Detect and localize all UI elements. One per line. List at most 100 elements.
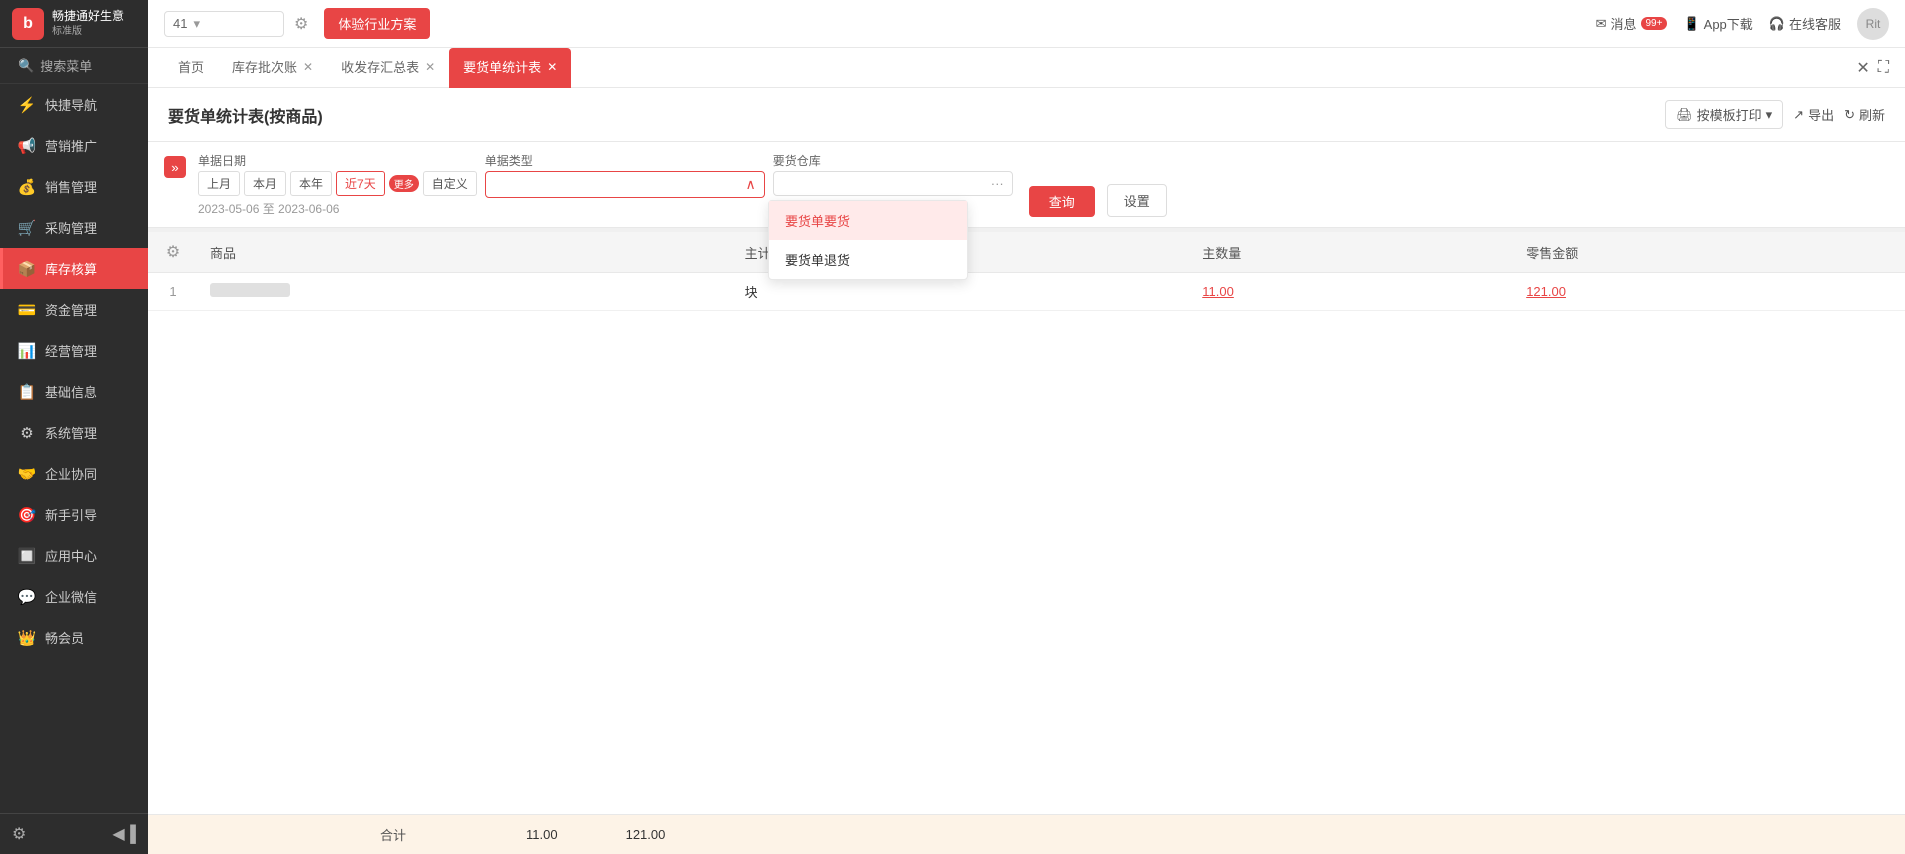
print-icon: 🖨 <box>1676 107 1693 123</box>
date-7days-btn[interactable]: 近7天 <box>336 171 385 196</box>
app-logo-text: 畅捷通好生意 标准版 <box>52 9 124 38</box>
topbar: 41 ▾ ⚙ 体验行业方案 ✉ 消息 99+ 📱 App下载 🎧 在线客服 Ri… <box>148 0 1905 48</box>
date-last-month-btn[interactable]: 上月 <box>198 171 240 196</box>
sidebar-item-operations[interactable]: 📊 经营管理 <box>0 330 148 371</box>
sales-icon: 💰 <box>17 178 37 196</box>
user-avatar[interactable]: Rit <box>1857 8 1889 40</box>
app-download-btn[interactable]: 📱 App下载 <box>1683 14 1752 33</box>
tab-batch-account[interactable]: 库存批次账 ✕ <box>218 48 327 88</box>
date-this-month-btn[interactable]: 本月 <box>244 171 286 196</box>
topbar-gear-icon[interactable]: ⚙ <box>294 14 308 34</box>
refresh-icon: ↻ <box>1844 107 1855 123</box>
sidebar-item-system[interactable]: ⚙ 系统管理 <box>0 412 148 453</box>
warehouse-search-input[interactable] <box>782 176 991 191</box>
col-amount: 零售金额 <box>1514 232 1905 273</box>
sidebar-item-quick-nav[interactable]: ⚡ 快捷导航 <box>0 84 148 125</box>
sidebar-item-inventory[interactable]: 📦 库存核算 <box>0 248 148 289</box>
row-no: 1 <box>148 273 198 311</box>
headset-icon: 🎧 <box>1769 16 1785 32</box>
purchase-icon: 🛒 <box>17 219 37 237</box>
main-area: 41 ▾ ⚙ 体验行业方案 ✉ 消息 99+ 📱 App下载 🎧 在线客服 Ri… <box>148 0 1905 854</box>
date-filter-label: 单据日期 <box>198 152 477 169</box>
search-icon: 🔍 <box>18 58 34 74</box>
type-search-input[interactable] <box>494 177 746 192</box>
operations-icon: 📊 <box>17 342 37 360</box>
quick-nav-icon: ⚡ <box>17 96 37 114</box>
sidebar-item-vip[interactable]: 👑 畅会员 <box>0 617 148 658</box>
filter-date-row: 上月 本月 本年 近7天 更多 自定义 <box>198 171 477 196</box>
online-service-btn[interactable]: 🎧 在线客服 <box>1769 14 1841 33</box>
export-icon: ↗ <box>1793 107 1804 123</box>
warehouse-more-icon[interactable]: ··· <box>991 176 1004 191</box>
inventory-icon: 📦 <box>17 260 37 278</box>
date-more-badge[interactable]: 更多 <box>389 175 419 192</box>
system-icon: ⚙ <box>17 424 37 442</box>
wechat-icon: 💬 <box>17 588 37 606</box>
table-settings-icon[interactable]: ⚙ <box>166 244 180 261</box>
col-quantity: 主数量 <box>1190 232 1514 273</box>
filter-group: 单据日期 上月 本月 本年 近7天 更多 自定义 2023-05-06 至 20… <box>198 152 1889 217</box>
filter-type-input[interactable]: ∧ <box>485 171 765 198</box>
sidebar-item-guide[interactable]: 🎯 新手引导 <box>0 494 148 535</box>
table-footer: 合计 11.00 121.00 <box>148 814 1905 854</box>
sidebar-collapse-btn[interactable]: ◀▐ <box>112 824 136 844</box>
row-product <box>198 273 733 311</box>
vip-icon: 👑 <box>17 629 37 647</box>
warehouse-filter-label: 要货仓库 <box>773 152 1013 169</box>
page-title: 要货单统计表(按商品) <box>168 103 323 139</box>
sidebar-item-sales[interactable]: 💰 销售管理 <box>0 166 148 207</box>
date-this-year-btn[interactable]: 本年 <box>290 171 332 196</box>
refresh-btn[interactable]: ↻ 刷新 <box>1844 105 1885 124</box>
footer-total-label: 合计 <box>380 825 406 844</box>
tab-order-stats[interactable]: 要货单统计表 ✕ <box>449 48 571 88</box>
dropdown-item-order[interactable]: 要货单要货 <box>769 201 967 240</box>
sidebar-search[interactable]: 🔍 搜索菜单 <box>0 48 148 84</box>
sidebar-item-marketing[interactable]: 📢 营销推广 <box>0 125 148 166</box>
sidebar-item-appstore[interactable]: 🔲 应用中心 <box>0 535 148 576</box>
date-range-display: 2023-05-06 至 2023-06-06 <box>198 200 477 217</box>
maximize-window-icon[interactable]: ⛶ <box>1878 59 1889 77</box>
setting-btn[interactable]: 设置 <box>1107 184 1167 217</box>
chevron-down-icon: ▾ <box>193 16 200 32</box>
page-header-actions: 🖨 按模板打印 ▾ ↗ 导出 ↻ 刷新 <box>1665 100 1885 141</box>
page-content: 要货单统计表(按商品) 🖨 按模板打印 ▾ ↗ 导出 ↻ 刷新 » <box>148 88 1905 854</box>
filter-warehouse-input[interactable]: ··· <box>773 171 1013 196</box>
row-quantity[interactable]: 11.00 <box>1190 273 1514 311</box>
filter-bar: » 单据日期 上月 本月 本年 近7天 更多 自定义 2023-05-06 至 … <box>148 142 1905 228</box>
filter-type-field: 单据类型 ∧ <box>485 152 765 198</box>
finance-icon: 💳 <box>17 301 37 319</box>
close-window-icon[interactable]: ✕ <box>1856 58 1869 78</box>
filter-expand-btn[interactable]: » <box>164 156 186 178</box>
tab-close-icon[interactable]: ✕ <box>547 61 557 73</box>
sidebar-nav: ⚡ 快捷导航 📢 营销推广 💰 销售管理 🛒 采购管理 📦 库存核算 💳 资金管… <box>0 84 148 813</box>
footer-amount: 121.00 <box>626 827 666 842</box>
tab-home[interactable]: 首页 <box>164 48 218 88</box>
export-btn[interactable]: ↗ 导出 <box>1793 105 1834 124</box>
tab-summary[interactable]: 收发存汇总表 ✕ <box>327 48 449 88</box>
sidebar-item-basic[interactable]: 📋 基础信息 <box>0 371 148 412</box>
tab-close-icon[interactable]: ✕ <box>425 61 435 73</box>
date-custom-btn[interactable]: 自定义 <box>423 171 477 196</box>
dropdown-item-return[interactable]: 要货单退货 <box>769 240 967 279</box>
print-btn[interactable]: 🖨 按模板打印 ▾ <box>1665 100 1783 129</box>
table-header-row: ⚙ 商品 主计量单位 主数量 零售金额 <box>148 232 1905 273</box>
sidebar-bottom: ⚙ ◀▐ <box>0 813 148 854</box>
page-header: 要货单统计表(按商品) 🖨 按模板打印 ▾ ↗ 导出 ↻ 刷新 <box>148 88 1905 142</box>
tab-close-icon[interactable]: ✕ <box>303 61 313 73</box>
app-logo-icon: b <box>12 8 44 40</box>
marketing-icon: 📢 <box>17 137 37 155</box>
trial-btn[interactable]: 体验行业方案 <box>324 8 430 39</box>
query-btn[interactable]: 查询 <box>1029 186 1095 217</box>
table-body: 1 块 11.00 121.00 <box>148 273 1905 311</box>
sidebar-logo: b 畅捷通好生意 标准版 <box>0 0 148 48</box>
table-row: 1 块 11.00 121.00 <box>148 273 1905 311</box>
row-amount[interactable]: 121.00 <box>1514 273 1905 311</box>
sidebar-item-purchase[interactable]: 🛒 采购管理 <box>0 207 148 248</box>
sidebar-item-enterprise[interactable]: 🤝 企业协同 <box>0 453 148 494</box>
sidebar-settings-btn[interactable]: ⚙ <box>12 824 26 844</box>
type-chevron-icon: ∧ <box>746 176 756 193</box>
sidebar-item-wechat[interactable]: 💬 企业微信 <box>0 576 148 617</box>
store-selector[interactable]: 41 ▾ <box>164 11 284 37</box>
messages-btn[interactable]: ✉ 消息 99+ <box>1596 14 1668 33</box>
sidebar-item-finance[interactable]: 💳 资金管理 <box>0 289 148 330</box>
